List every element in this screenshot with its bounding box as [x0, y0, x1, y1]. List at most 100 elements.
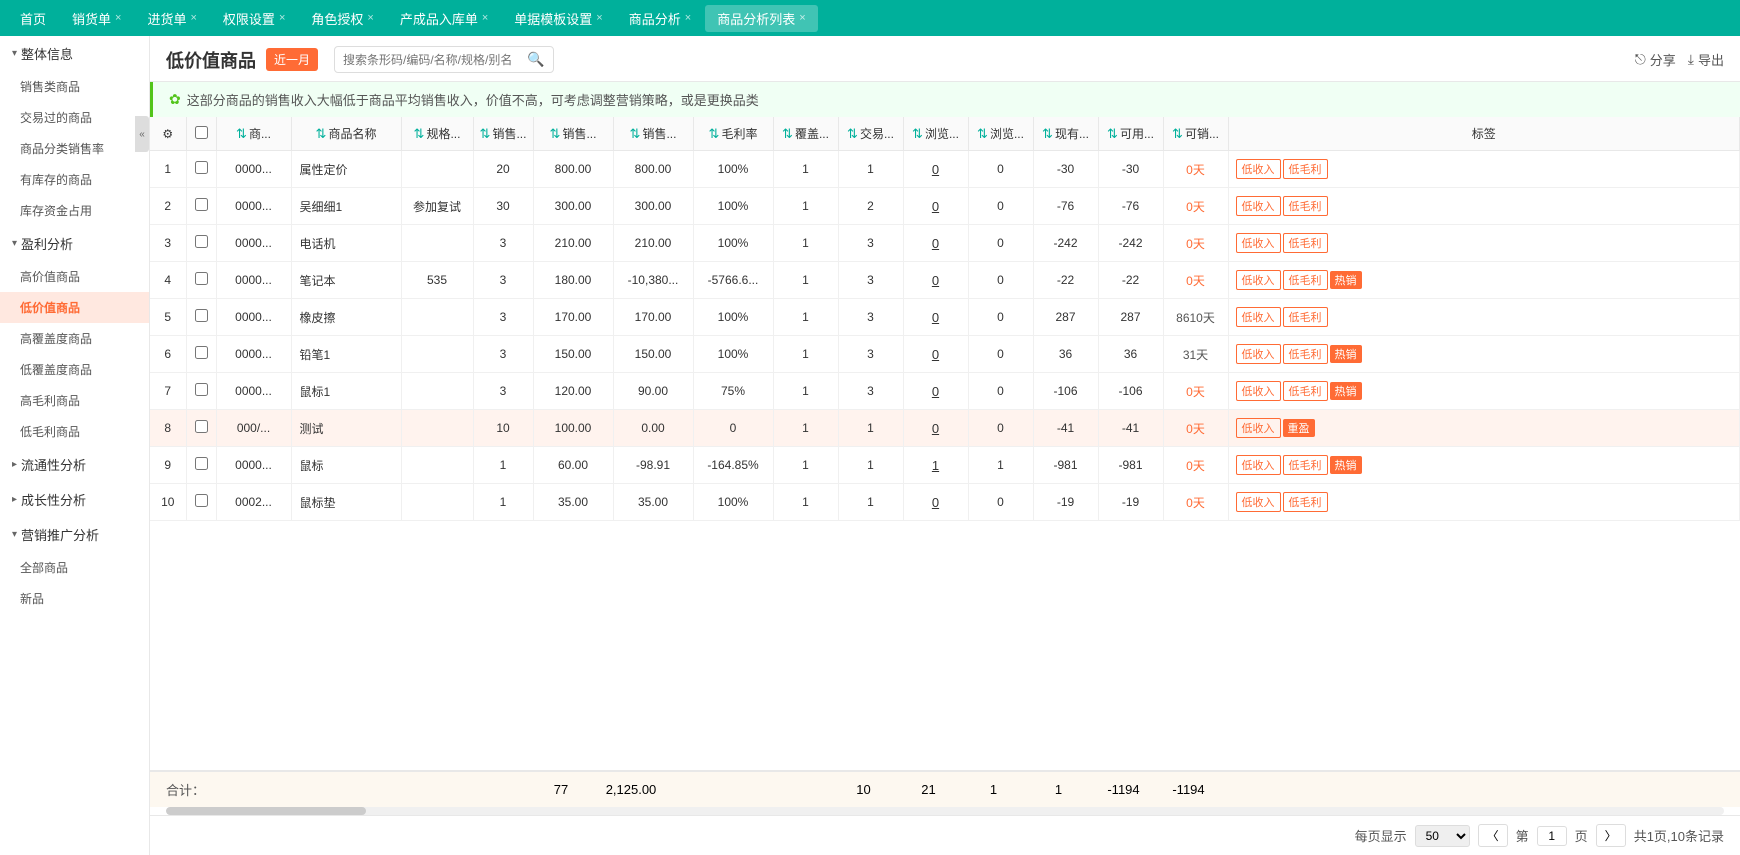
- nav-template[interactable]: 单据模板设置 ×: [502, 5, 614, 32]
- row-checkbox[interactable]: [186, 262, 216, 299]
- nav-sales[interactable]: 销货单 ×: [60, 5, 133, 32]
- col-coverage[interactable]: ⇅覆盖...: [773, 117, 838, 151]
- row-select-checkbox[interactable]: [195, 383, 208, 396]
- sidebar-item-all-goods[interactable]: 全部商品: [0, 552, 149, 583]
- col-margin-rate[interactable]: ⇅毛利率: [693, 117, 773, 151]
- sidebar-group-profit[interactable]: ▾ 盈利分析: [0, 226, 149, 261]
- period-button[interactable]: 近一月: [266, 48, 318, 71]
- nav-permissions[interactable]: 权限设置 ×: [211, 5, 297, 32]
- row-checkbox[interactable]: [186, 225, 216, 262]
- row-select-checkbox[interactable]: [195, 420, 208, 433]
- row-view1[interactable]: 1: [903, 447, 968, 484]
- sidebar-item-high-coverage[interactable]: 高覆盖度商品: [0, 323, 149, 354]
- sidebar-item-stock-goods[interactable]: 有库存的商品: [0, 164, 149, 195]
- scrollbar-thumb[interactable]: [166, 807, 366, 815]
- close-icon[interactable]: ×: [367, 12, 373, 24]
- col-spec[interactable]: ⇅规格...: [401, 117, 473, 151]
- row-checkbox[interactable]: [186, 336, 216, 373]
- view1-link[interactable]: 0: [932, 310, 939, 325]
- view1-link[interactable]: 0: [932, 384, 939, 399]
- sidebar-item-stock-capital[interactable]: 库存资金占用: [0, 195, 149, 226]
- view1-link[interactable]: 0: [932, 236, 939, 251]
- col-stock2[interactable]: ⇅可用...: [1098, 117, 1163, 151]
- sidebar-group-marketing[interactable]: ▾ 营销推广分析: [0, 517, 149, 552]
- sidebar-collapse-button[interactable]: «: [135, 116, 149, 152]
- search-input[interactable]: [343, 53, 523, 67]
- view1-link[interactable]: 1: [932, 458, 939, 473]
- row-select-checkbox[interactable]: [195, 198, 208, 211]
- nav-purchase[interactable]: 进货单 ×: [135, 5, 208, 32]
- row-select-checkbox[interactable]: [195, 494, 208, 507]
- row-view1[interactable]: 0: [903, 336, 968, 373]
- share-button[interactable]: ⎋ 分享: [1635, 50, 1676, 69]
- col-view1[interactable]: ⇅浏览...: [903, 117, 968, 151]
- sidebar-item-low-value[interactable]: 低价值商品: [0, 292, 149, 323]
- close-icon[interactable]: ×: [685, 12, 691, 24]
- search-icon[interactable]: 🔍: [527, 51, 544, 68]
- sidebar-group-circulation[interactable]: ▸ 流通性分析: [0, 447, 149, 482]
- sidebar-group-overall[interactable]: ▾ 整体信息: [0, 36, 149, 71]
- nav-home[interactable]: 首页: [8, 5, 58, 32]
- view1-link[interactable]: 0: [932, 199, 939, 214]
- view1-link[interactable]: 0: [932, 421, 939, 436]
- sidebar-item-high-value[interactable]: 高价值商品: [0, 261, 149, 292]
- col-sales-amt1[interactable]: ⇅销售...: [533, 117, 613, 151]
- col-code[interactable]: ⇅商...: [216, 117, 291, 151]
- col-sales-qty[interactable]: ⇅销售...: [473, 117, 533, 151]
- row-checkbox[interactable]: [186, 447, 216, 484]
- close-icon[interactable]: ×: [115, 12, 121, 24]
- row-checkbox[interactable]: [186, 373, 216, 410]
- close-icon[interactable]: ×: [596, 12, 602, 24]
- col-name[interactable]: ⇅商品名称: [291, 117, 401, 151]
- row-view1[interactable]: 0: [903, 151, 968, 188]
- table-container[interactable]: ⚙ ⇅商... ⇅商品名称 ⇅规格... ⇅销售... ⇅销售... ⇅销售..…: [150, 117, 1740, 770]
- close-icon[interactable]: ×: [482, 12, 488, 24]
- export-button[interactable]: ⤓ 导出: [1688, 50, 1724, 69]
- sidebar-item-low-coverage[interactable]: 低覆盖度商品: [0, 354, 149, 385]
- row-checkbox[interactable]: [186, 299, 216, 336]
- close-icon[interactable]: ×: [799, 12, 805, 24]
- col-sales-amt2[interactable]: ⇅销售...: [613, 117, 693, 151]
- row-select-checkbox[interactable]: [195, 309, 208, 322]
- row-select-checkbox[interactable]: [195, 272, 208, 285]
- sidebar-group-growth[interactable]: ▸ 成长性分析: [0, 482, 149, 517]
- page-size-select[interactable]: 50 10 20 100: [1415, 825, 1470, 847]
- sidebar-item-traded-goods[interactable]: 交易过的商品: [0, 102, 149, 133]
- view1-link[interactable]: 0: [932, 273, 939, 288]
- col-view2[interactable]: ⇅浏览...: [968, 117, 1033, 151]
- page-number-input[interactable]: [1537, 826, 1567, 846]
- row-view1[interactable]: 0: [903, 188, 968, 225]
- nav-product-in[interactable]: 产成品入库单 ×: [388, 5, 500, 32]
- sidebar-item-new-goods[interactable]: 新品: [0, 583, 149, 614]
- row-view1[interactable]: 0: [903, 262, 968, 299]
- view1-link[interactable]: 0: [932, 162, 939, 177]
- sidebar-item-category-rate[interactable]: 商品分类销售率: [0, 133, 149, 164]
- sidebar-item-low-margin[interactable]: 低毛利商品: [0, 416, 149, 447]
- row-checkbox[interactable]: [186, 484, 216, 521]
- row-select-checkbox[interactable]: [195, 346, 208, 359]
- nav-product-analysis[interactable]: 商品分析 ×: [617, 5, 703, 32]
- row-view1[interactable]: 0: [903, 225, 968, 262]
- view1-link[interactable]: 0: [932, 495, 939, 510]
- col-checkbox-all[interactable]: [186, 117, 216, 151]
- row-view1[interactable]: 0: [903, 484, 968, 521]
- view1-link[interactable]: 0: [932, 347, 939, 362]
- next-page-button[interactable]: 〉: [1596, 824, 1626, 847]
- select-all-checkbox[interactable]: [195, 126, 208, 139]
- col-stock1[interactable]: ⇅现有...: [1033, 117, 1098, 151]
- row-select-checkbox[interactable]: [195, 235, 208, 248]
- row-select-checkbox[interactable]: [195, 457, 208, 470]
- row-select-checkbox[interactable]: [195, 161, 208, 174]
- row-checkbox[interactable]: [186, 410, 216, 447]
- close-icon[interactable]: ×: [279, 12, 285, 24]
- nav-roles[interactable]: 角色授权 ×: [299, 5, 385, 32]
- close-icon[interactable]: ×: [190, 12, 196, 24]
- sidebar-item-sales-goods[interactable]: 销售类商品: [0, 71, 149, 102]
- row-view1[interactable]: 0: [903, 373, 968, 410]
- first-page-button[interactable]: 〈: [1478, 824, 1508, 847]
- col-sellable[interactable]: ⇅可销...: [1163, 117, 1228, 151]
- horizontal-scrollbar[interactable]: [166, 807, 1724, 815]
- row-checkbox[interactable]: [186, 151, 216, 188]
- row-view1[interactable]: 0: [903, 299, 968, 336]
- sidebar-item-high-margin[interactable]: 高毛利商品: [0, 385, 149, 416]
